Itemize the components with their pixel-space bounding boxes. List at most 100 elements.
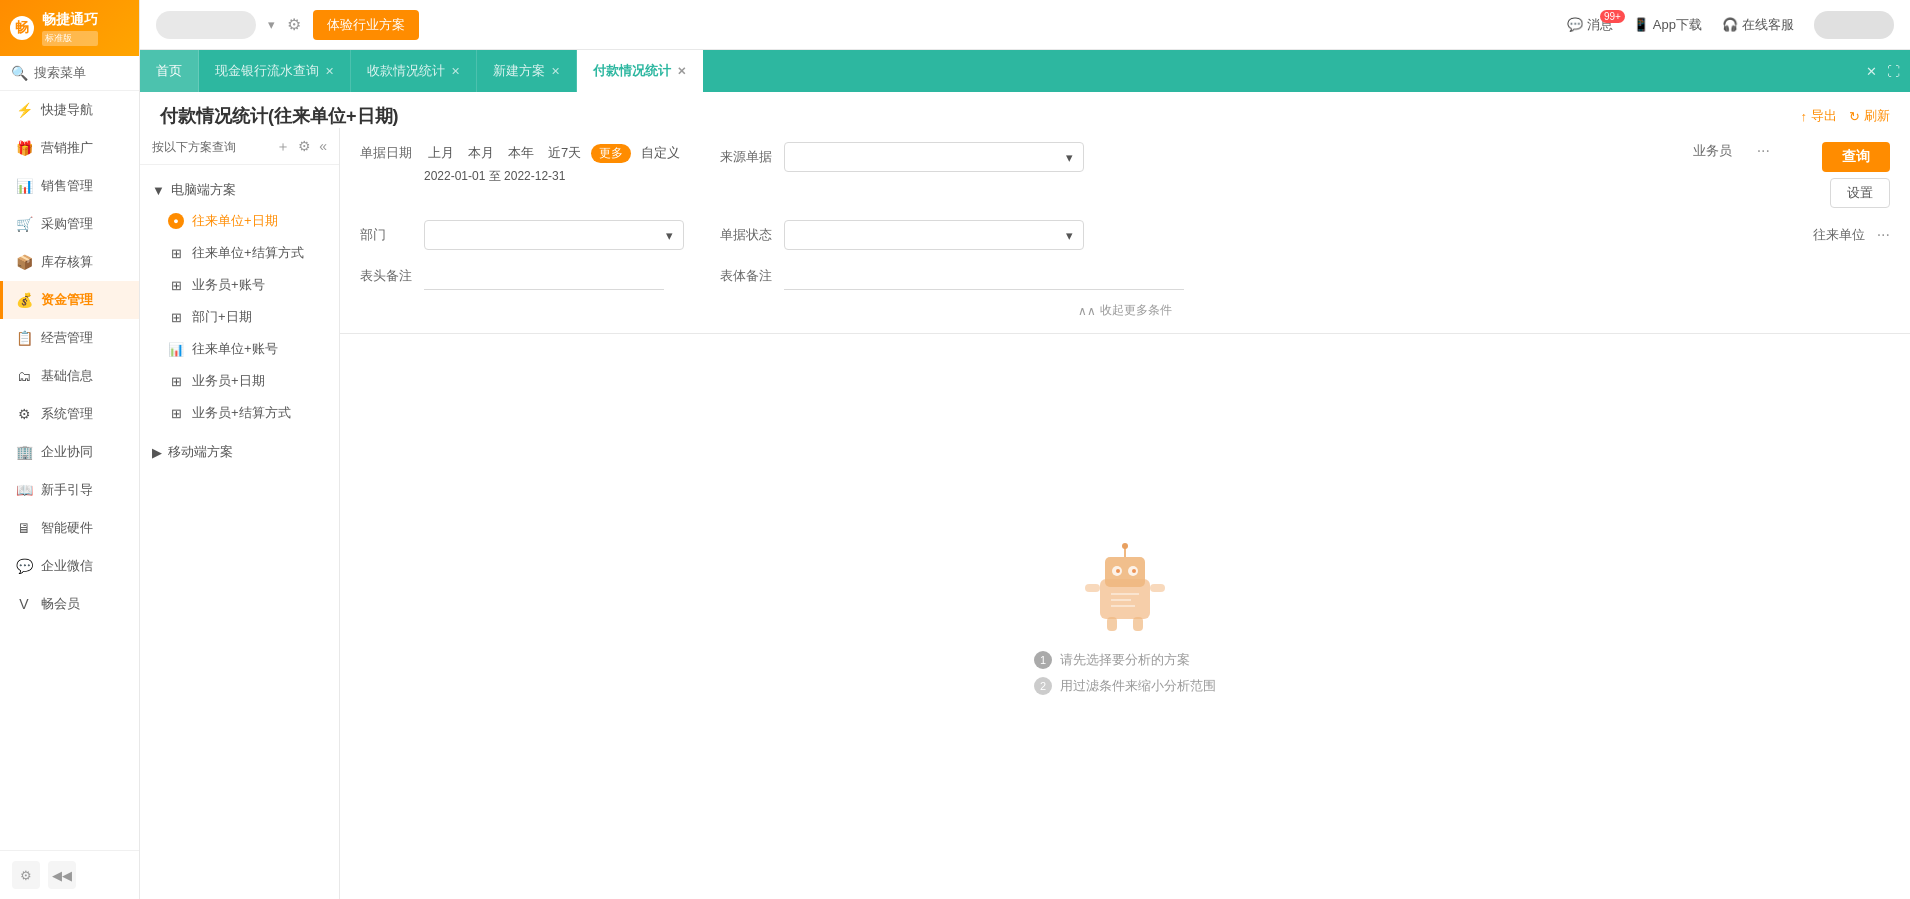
scheme-section-mobile-header[interactable]: ▶ 移动端方案 — [140, 437, 339, 467]
scheme-section-desktop: ▼ 电脑端方案 ● 往来单位+日期 ⊞ 往来单位+结算方式 ⊞ 业务员+账号 — [140, 171, 339, 433]
scheme-item-salesperson-account[interactable]: ⊞ 业务员+账号 — [140, 269, 339, 301]
tab-home[interactable]: 首页 — [140, 50, 199, 92]
sidebar-item-smart[interactable]: 🖥 智能硬件 — [0, 509, 139, 547]
scheme-item-salesperson-date[interactable]: ⊞ 业务员+日期 — [140, 365, 339, 397]
date-btn-this-month[interactable]: 本月 — [464, 142, 498, 164]
sidebar-badge: 标准版 — [42, 31, 98, 46]
content-area: 付款情况统计(往来单位+日期) ↑ 导出 ↻ 刷新 按以下方案查询 ＋ — [140, 92, 1910, 899]
scheme-add-button[interactable]: ＋ — [276, 138, 290, 156]
table-body-note-field: 表体备注 — [720, 262, 1890, 290]
scheme-chart-icon: 📊 — [168, 341, 184, 357]
capital-icon: 💰 — [15, 291, 33, 309]
sidebar-item-quick-nav[interactable]: ⚡ 快捷导航 — [0, 91, 139, 129]
message-badge: 99+ — [1600, 10, 1625, 23]
chevron-up-icon: ∧∧ — [1078, 304, 1096, 318]
scheme-table-icon: ⊞ — [168, 277, 184, 293]
tabs-fullscreen-icon[interactable]: ⛶ — [1887, 64, 1900, 79]
salesperson-input-trigger[interactable]: ··· — [1757, 142, 1770, 160]
dept-select[interactable]: ▾ — [424, 220, 684, 250]
tab-bank-flow-label: 现金银行流水查询 — [215, 62, 319, 80]
sidebar-item-label: 销售管理 — [41, 177, 93, 195]
trial-button[interactable]: 体验行业方案 — [313, 10, 419, 40]
doc-status-field: 单据状态 ▾ — [720, 220, 1793, 250]
source-doc-field: 来源单据 ▾ — [720, 142, 1673, 172]
scheme-item-label: 部门+日期 — [192, 308, 252, 326]
scheme-collapse-button[interactable]: « — [319, 138, 327, 156]
scheme-item-counterpart-date[interactable]: ● 往来单位+日期 — [140, 205, 339, 237]
scheme-item-counterpart-settlement[interactable]: ⊞ 往来单位+结算方式 — [140, 237, 339, 269]
settings-button[interactable]: 设置 — [1830, 178, 1890, 208]
topbar-gear-icon[interactable]: ⚙ — [287, 15, 301, 34]
scheme-item-salesperson-settlement[interactable]: ⊞ 业务员+结算方式 — [140, 397, 339, 429]
table-head-note-label: 表头备注 — [360, 267, 416, 285]
sidebar-item-inventory[interactable]: 📦 库存核算 — [0, 243, 139, 281]
scheme-section-desktop-header[interactable]: ▼ 电脑端方案 — [140, 175, 339, 205]
app-download-button[interactable]: 📱 App下载 — [1633, 16, 1702, 34]
sidebar-item-enterprise[interactable]: 🏢 企业协同 — [0, 433, 139, 471]
sidebar-collapse-button[interactable]: ◀◀ — [48, 861, 76, 889]
message-button[interactable]: 💬 消息 99+ — [1567, 16, 1613, 34]
sidebar-item-member[interactable]: V 畅会员 — [0, 585, 139, 623]
date-btn-this-year[interactable]: 本年 — [504, 142, 538, 164]
tab-bank-flow[interactable]: 现金银行流水查询 ✕ — [199, 50, 351, 92]
topbar-right: 💬 消息 99+ 📱 App下载 🎧 在线客服 — [1567, 11, 1894, 39]
page-header: 付款情况统计(往来单位+日期) ↑ 导出 ↻ 刷新 — [140, 92, 1910, 128]
topbar-chevron-icon[interactable]: ▾ — [268, 17, 275, 32]
counterpart-input-trigger[interactable]: ··· — [1877, 226, 1890, 244]
step-2-text: 用过滤条件来缩小分析范围 — [1060, 677, 1216, 695]
tab-bank-flow-close[interactable]: ✕ — [325, 65, 334, 78]
scheme-settings-button[interactable]: ⚙ — [298, 138, 311, 156]
date-btn-more[interactable]: 更多 — [591, 144, 631, 163]
tab-receipt-stats-close[interactable]: ✕ — [451, 65, 460, 78]
topbar-user-info[interactable] — [1814, 11, 1894, 39]
sidebar-bottom: ⚙ ◀◀ — [0, 850, 139, 899]
sidebar-item-guide[interactable]: 📖 新手引导 — [0, 471, 139, 509]
scheme-item-label: 往来单位+日期 — [192, 212, 278, 230]
scheme-table-icon: ⊞ — [168, 405, 184, 421]
sidebar-item-operations[interactable]: 📋 经营管理 — [0, 319, 139, 357]
table-head-note-field: 表头备注 — [360, 262, 700, 290]
sidebar-gear-button[interactable]: ⚙ — [12, 861, 40, 889]
sidebar-item-wechat[interactable]: 💬 企业微信 — [0, 547, 139, 585]
tab-new-scheme[interactable]: 新建方案 ✕ — [477, 50, 577, 92]
svg-point-7 — [1122, 543, 1128, 549]
tab-new-scheme-close[interactable]: ✕ — [551, 65, 560, 78]
source-doc-label: 来源单据 — [720, 148, 776, 166]
date-btn-7days[interactable]: 近7天 — [544, 142, 585, 164]
scheme-section-label: 移动端方案 — [168, 443, 233, 461]
user-avatar-placeholder — [156, 11, 256, 39]
date-btn-last-month[interactable]: 上月 — [424, 142, 458, 164]
scheme-item-counterpart-account[interactable]: 📊 往来单位+账号 — [140, 333, 339, 365]
date-btn-custom[interactable]: 自定义 — [637, 142, 684, 164]
svg-rect-1 — [1105, 557, 1145, 587]
source-doc-select[interactable]: ▾ — [784, 142, 1084, 172]
tabs-close-all-icon[interactable]: ✕ — [1866, 64, 1877, 79]
app-icon: 📱 — [1633, 17, 1649, 32]
sidebar-item-marketing[interactable]: 🎁 营销推广 — [0, 129, 139, 167]
tab-receipt-stats-label: 收款情况统计 — [367, 62, 445, 80]
doc-status-select[interactable]: ▾ — [784, 220, 1084, 250]
robot-svg — [1065, 539, 1185, 639]
table-body-note-input[interactable] — [784, 262, 1184, 290]
sidebar-item-basic-info[interactable]: 🗂 基础信息 — [0, 357, 139, 395]
export-button[interactable]: ↑ 导出 — [1801, 107, 1838, 125]
sidebar-item-label: 经营管理 — [41, 329, 93, 347]
table-head-note-input[interactable] — [424, 262, 664, 290]
query-button[interactable]: 查询 — [1822, 142, 1890, 172]
doc-status-chevron: ▾ — [1066, 228, 1073, 243]
tab-receipt-stats[interactable]: 收款情况统计 ✕ — [351, 50, 477, 92]
service-icon: 🎧 — [1722, 17, 1738, 32]
smart-icon: 🖥 — [15, 519, 33, 537]
sidebar-item-purchase[interactable]: 🛒 采购管理 — [0, 205, 139, 243]
scheme-item-dept-date[interactable]: ⊞ 部门+日期 — [140, 301, 339, 333]
tab-payment-stats[interactable]: 付款情况统计 ✕ — [577, 50, 703, 92]
filter-form: 单据日期 上月 本月 本年 近7天 更多 自定义 2022 — [340, 128, 1910, 334]
online-service-button[interactable]: 🎧 在线客服 — [1722, 16, 1794, 34]
sidebar-item-system[interactable]: ⚙ 系统管理 — [0, 395, 139, 433]
sidebar-item-sales[interactable]: 📊 销售管理 — [0, 167, 139, 205]
collapse-more-button[interactable]: ∧∧ 收起更多条件 — [1078, 302, 1172, 319]
tab-payment-stats-close[interactable]: ✕ — [677, 65, 686, 78]
sidebar-item-capital[interactable]: 💰 资金管理 — [0, 281, 139, 319]
sidebar-item-search[interactable]: 🔍 搜索菜单 — [0, 56, 139, 91]
refresh-button[interactable]: ↻ 刷新 — [1849, 107, 1890, 125]
